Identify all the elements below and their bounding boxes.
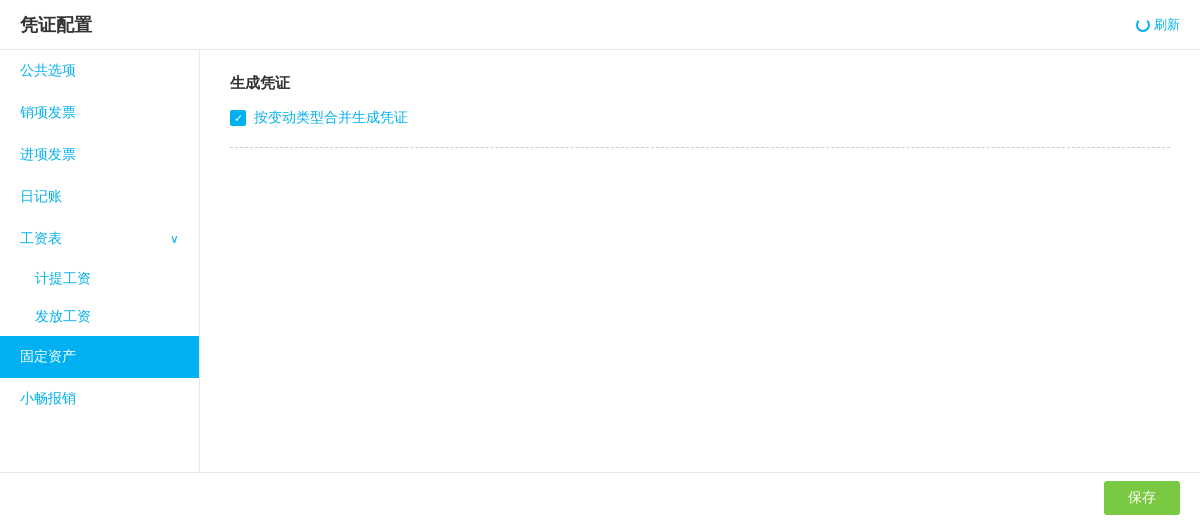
merge-checkbox[interactable]: [230, 110, 246, 126]
page-wrapper: 凭证配置 刷新 公共选项销项发票进项发票日记账工资表∨计提工资发放工资固定资产小…: [0, 0, 1200, 522]
section-title: 生成凭证: [230, 74, 1170, 93]
chevron-down-icon: ∨: [170, 232, 179, 246]
body: 公共选项销项发票进项发票日记账工资表∨计提工资发放工资固定资产小畅报销 生成凭证…: [0, 50, 1200, 472]
sidebar-item-payroll[interactable]: 工资表∨: [0, 218, 199, 260]
refresh-label: 刷新: [1154, 16, 1180, 34]
sidebar-item-sales-invoice[interactable]: 销项发票: [0, 92, 199, 134]
checkbox-row: 按变动类型合并生成凭证: [230, 109, 1170, 127]
sidebar-item-fixed-assets[interactable]: 固定资产: [0, 336, 199, 378]
sidebar-item-journal[interactable]: 日记账: [0, 176, 199, 218]
sidebar: 公共选项销项发票进项发票日记账工资表∨计提工资发放工资固定资产小畅报销: [0, 50, 200, 472]
sidebar-item-payroll-calc[interactable]: 计提工资: [0, 260, 199, 298]
refresh-icon: [1136, 18, 1150, 32]
sidebar-item-payroll-pay[interactable]: 发放工资: [0, 298, 199, 336]
page-title: 凭证配置: [20, 13, 92, 37]
checkbox-label: 按变动类型合并生成凭证: [254, 109, 408, 127]
sidebar-item-expense[interactable]: 小畅报销: [0, 378, 199, 420]
sidebar-item-purchase-invoice[interactable]: 进项发票: [0, 134, 199, 176]
divider: [230, 147, 1170, 148]
footer: 保存: [0, 472, 1200, 522]
header: 凭证配置 刷新: [0, 0, 1200, 50]
refresh-button[interactable]: 刷新: [1136, 16, 1180, 34]
sidebar-item-public[interactable]: 公共选项: [0, 50, 199, 92]
main-content: 生成凭证 按变动类型合并生成凭证: [200, 50, 1200, 472]
save-button[interactable]: 保存: [1104, 481, 1180, 515]
